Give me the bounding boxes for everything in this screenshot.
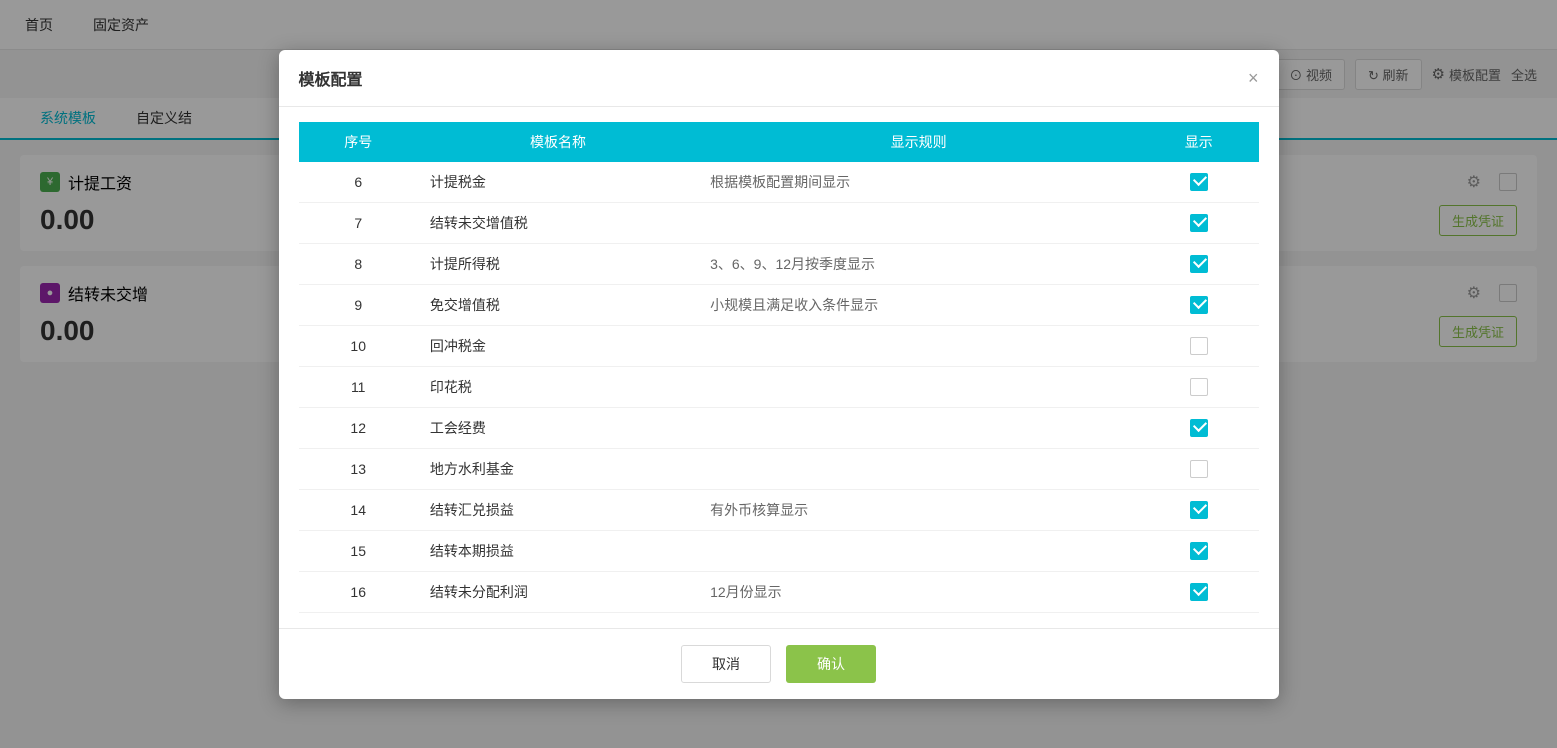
col-header-display: 显示 — [1139, 122, 1258, 162]
checkbox-display[interactable] — [1190, 542, 1208, 560]
modal-overlay: 模板配置 × 序号 模板名称 显示规则 显示 6计提税金根据模板配置期间显示7结… — [0, 0, 1557, 748]
cell-id: 11 — [299, 366, 418, 407]
cell-checkbox[interactable] — [1139, 284, 1258, 325]
table-row: 13地方水利基金 — [299, 448, 1259, 489]
cell-name: 结转本期损益 — [418, 530, 698, 571]
cell-name: 地方水利基金 — [418, 448, 698, 489]
cell-id: 12 — [299, 407, 418, 448]
cell-name: 结转未交增值税 — [418, 202, 698, 243]
modal-header: 模板配置 × — [279, 50, 1279, 107]
config-table: 序号 模板名称 显示规则 显示 6计提税金根据模板配置期间显示7结转未交增值税8… — [299, 122, 1259, 613]
cell-name: 免交增值税 — [418, 284, 698, 325]
cell-id: 7 — [299, 202, 418, 243]
cell-name: 计提所得税 — [418, 243, 698, 284]
cell-rule: 根据模板配置期间显示 — [698, 162, 1139, 203]
checkbox-display[interactable] — [1190, 378, 1208, 396]
checkbox-display[interactable] — [1190, 255, 1208, 273]
checkbox-display[interactable] — [1190, 296, 1208, 314]
cell-id: 6 — [299, 162, 418, 203]
table-row: 12工会经费 — [299, 407, 1259, 448]
checkbox-display[interactable] — [1190, 173, 1208, 191]
checkbox-display[interactable] — [1190, 583, 1208, 601]
confirm-button[interactable]: 确认 — [786, 645, 876, 683]
cell-rule: 12月份显示 — [698, 571, 1139, 612]
cell-checkbox[interactable] — [1139, 571, 1258, 612]
checkbox-display[interactable] — [1190, 460, 1208, 478]
modal-footer: 取消 确认 — [279, 628, 1279, 699]
cell-id: 16 — [299, 571, 418, 612]
cell-checkbox[interactable] — [1139, 448, 1258, 489]
table-row: 14结转汇兑损益有外币核算显示 — [299, 489, 1259, 530]
cell-rule — [698, 325, 1139, 366]
modal-title: 模板配置 — [299, 66, 363, 90]
cell-id: 10 — [299, 325, 418, 366]
cell-id: 14 — [299, 489, 418, 530]
table-row: 10回冲税金 — [299, 325, 1259, 366]
checkbox-display[interactable] — [1190, 501, 1208, 519]
cell-checkbox[interactable] — [1139, 407, 1258, 448]
cell-id: 15 — [299, 530, 418, 571]
cell-rule: 3、6、9、12月按季度显示 — [698, 243, 1139, 284]
col-header-id: 序号 — [299, 122, 418, 162]
table-row: 8计提所得税3、6、9、12月按季度显示 — [299, 243, 1259, 284]
cell-name: 印花税 — [418, 366, 698, 407]
cell-checkbox[interactable] — [1139, 325, 1258, 366]
cell-id: 13 — [299, 448, 418, 489]
cell-rule — [698, 366, 1139, 407]
checkbox-display[interactable] — [1190, 214, 1208, 232]
cell-checkbox[interactable] — [1139, 366, 1258, 407]
cell-checkbox[interactable] — [1139, 489, 1258, 530]
table-header-row: 序号 模板名称 显示规则 显示 — [299, 122, 1259, 162]
cell-checkbox[interactable] — [1139, 530, 1258, 571]
cell-rule: 有外币核算显示 — [698, 489, 1139, 530]
cell-rule: 小规模且满足收入条件显示 — [698, 284, 1139, 325]
cell-checkbox[interactable] — [1139, 202, 1258, 243]
table-row: 9免交增值税小规模且满足收入条件显示 — [299, 284, 1259, 325]
table-row: 6计提税金根据模板配置期间显示 — [299, 162, 1259, 203]
table-row: 15结转本期损益 — [299, 530, 1259, 571]
cell-id: 9 — [299, 284, 418, 325]
modal-template-config: 模板配置 × 序号 模板名称 显示规则 显示 6计提税金根据模板配置期间显示7结… — [279, 50, 1279, 699]
table-row: 11印花税 — [299, 366, 1259, 407]
checkbox-display[interactable] — [1190, 419, 1208, 437]
cell-rule — [698, 407, 1139, 448]
cell-rule — [698, 530, 1139, 571]
cancel-button[interactable]: 取消 — [681, 645, 771, 683]
col-header-name: 模板名称 — [418, 122, 698, 162]
cell-name: 计提税金 — [418, 162, 698, 203]
cell-name: 结转未分配利润 — [418, 571, 698, 612]
cell-name: 工会经费 — [418, 407, 698, 448]
modal-body: 序号 模板名称 显示规则 显示 6计提税金根据模板配置期间显示7结转未交增值税8… — [279, 107, 1279, 628]
cell-name: 结转汇兑损益 — [418, 489, 698, 530]
table-row: 7结转未交增值税 — [299, 202, 1259, 243]
cell-name: 回冲税金 — [418, 325, 698, 366]
cell-rule — [698, 202, 1139, 243]
cell-rule — [698, 448, 1139, 489]
cell-id: 8 — [299, 243, 418, 284]
cell-checkbox[interactable] — [1139, 162, 1258, 203]
col-header-rule: 显示规则 — [698, 122, 1139, 162]
checkbox-display[interactable] — [1190, 337, 1208, 355]
cell-checkbox[interactable] — [1139, 243, 1258, 284]
modal-close-btn[interactable]: × — [1248, 69, 1259, 87]
table-row: 16结转未分配利润12月份显示 — [299, 571, 1259, 612]
